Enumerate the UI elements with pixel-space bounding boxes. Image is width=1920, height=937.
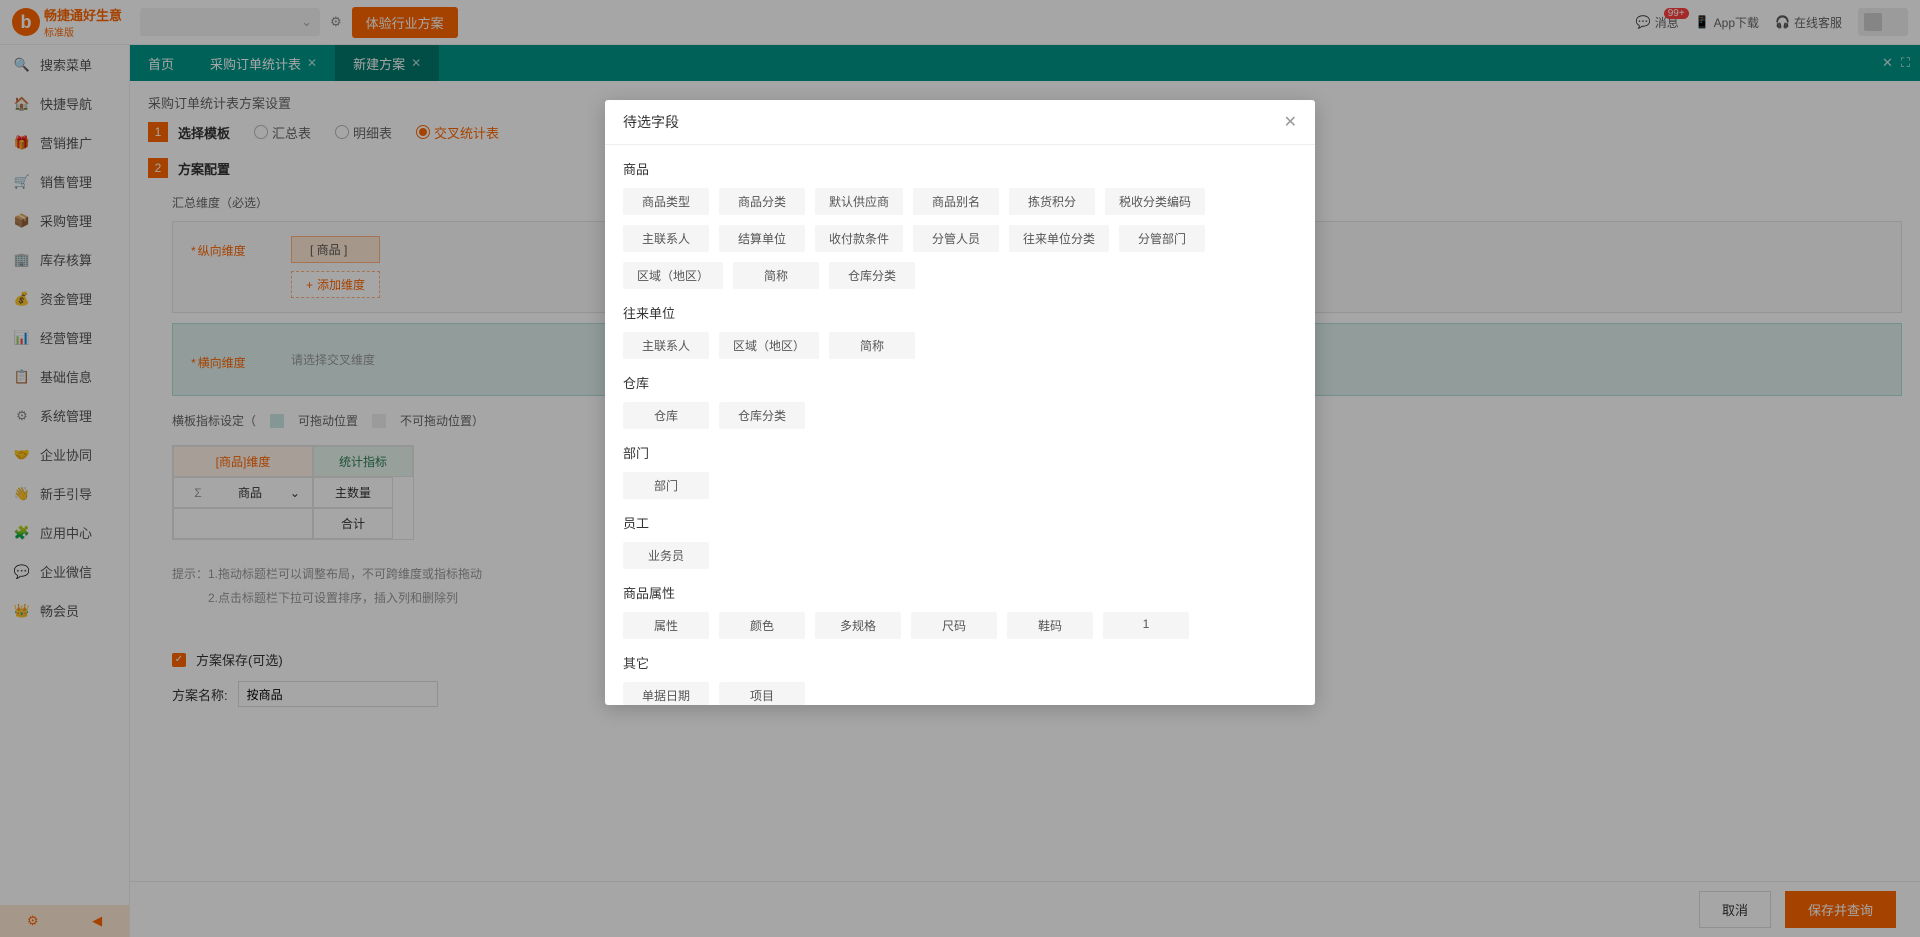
field-chip[interactable]: 区域（地区） [623, 262, 723, 289]
field-chip[interactable]: 收付款条件 [815, 225, 903, 252]
modal-header: 待选字段 ✕ [605, 100, 1315, 145]
field-chip[interactable]: 颜色 [719, 612, 805, 639]
field-chip[interactable]: 仓库 [623, 402, 709, 429]
field-group-2: 仓库仓库仓库分类 [623, 373, 1297, 429]
field-chip[interactable]: 多规格 [815, 612, 901, 639]
field-chip[interactable]: 仓库分类 [719, 402, 805, 429]
field-chips: 商品类型商品分类默认供应商商品别名拣货积分税收分类编码主联系人结算单位收付款条件… [623, 188, 1297, 289]
field-group-title: 商品 [623, 159, 1297, 178]
field-group-0: 商品商品类型商品分类默认供应商商品别名拣货积分税收分类编码主联系人结算单位收付款… [623, 159, 1297, 289]
field-chip[interactable]: 商品分类 [719, 188, 805, 215]
field-chip[interactable]: 默认供应商 [815, 188, 903, 215]
field-chip[interactable]: 税收分类编码 [1105, 188, 1205, 215]
field-chip[interactable]: 1 [1103, 612, 1189, 639]
field-chips: 部门 [623, 472, 1297, 499]
field-chip[interactable]: 项目 [719, 682, 805, 705]
field-group-title: 其它 [623, 653, 1297, 672]
field-chip[interactable]: 商品别名 [913, 188, 999, 215]
field-chip[interactable]: 结算单位 [719, 225, 805, 252]
field-group-3: 部门部门 [623, 443, 1297, 499]
modal-body: 商品商品类型商品分类默认供应商商品别名拣货积分税收分类编码主联系人结算单位收付款… [605, 145, 1315, 705]
field-group-title: 员工 [623, 513, 1297, 532]
field-chips: 单据日期项目 [623, 682, 1297, 705]
field-group-title: 商品属性 [623, 583, 1297, 602]
field-chip[interactable]: 拣货积分 [1009, 188, 1095, 215]
field-chip[interactable]: 业务员 [623, 542, 709, 569]
field-picker-modal: 待选字段 ✕ 商品商品类型商品分类默认供应商商品别名拣货积分税收分类编码主联系人… [605, 100, 1315, 705]
field-chips: 仓库仓库分类 [623, 402, 1297, 429]
field-chip[interactable]: 分管人员 [913, 225, 999, 252]
field-chip[interactable]: 区域（地区） [719, 332, 819, 359]
field-chip[interactable]: 主联系人 [623, 332, 709, 359]
modal-close-button[interactable]: ✕ [1284, 112, 1297, 132]
field-chip[interactable]: 仓库分类 [829, 262, 915, 289]
modal-title: 待选字段 [623, 112, 679, 132]
field-chip[interactable]: 鞋码 [1007, 612, 1093, 639]
field-chip[interactable]: 简称 [829, 332, 915, 359]
field-group-title: 仓库 [623, 373, 1297, 392]
field-group-1: 往来单位主联系人区域（地区） 简称 [623, 303, 1297, 359]
field-chips: 主联系人区域（地区） 简称 [623, 332, 1297, 359]
field-group-4: 员工业务员 [623, 513, 1297, 569]
field-chips: 业务员 [623, 542, 1297, 569]
field-chip[interactable]: 商品类型 [623, 188, 709, 215]
field-group-title: 部门 [623, 443, 1297, 462]
field-chip[interactable]: 属性 [623, 612, 709, 639]
field-group-5: 商品属性属性颜色多规格尺码鞋码 1 [623, 583, 1297, 639]
field-chip[interactable]: 往来单位分类 [1009, 225, 1109, 252]
field-chips: 属性颜色多规格尺码鞋码 1 [623, 612, 1297, 639]
field-group-6: 其它单据日期项目 [623, 653, 1297, 705]
field-chip[interactable]: 分管部门 [1119, 225, 1205, 252]
field-chip[interactable]: 单据日期 [623, 682, 709, 705]
field-group-title: 往来单位 [623, 303, 1297, 322]
field-chip[interactable]: 主联系人 [623, 225, 709, 252]
field-chip[interactable]: 简称 [733, 262, 819, 289]
field-chip[interactable]: 尺码 [911, 612, 997, 639]
field-chip[interactable]: 部门 [623, 472, 709, 499]
